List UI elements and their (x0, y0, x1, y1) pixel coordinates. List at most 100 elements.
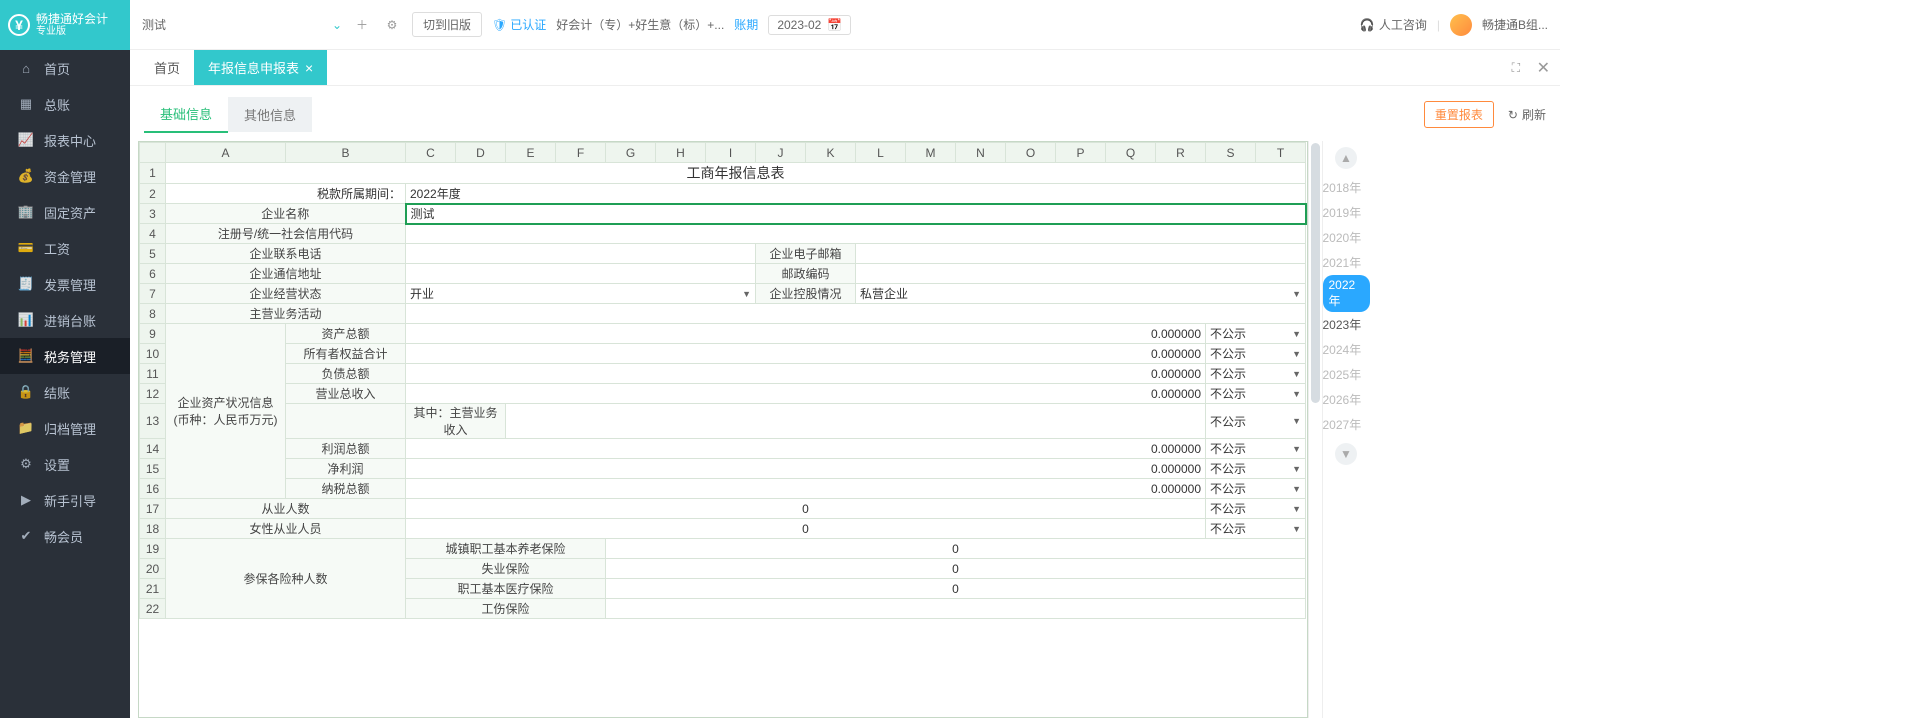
row-16[interactable]: 16 (140, 479, 166, 499)
row-17[interactable]: 17 (140, 499, 166, 519)
cell[interactable]: 0.000000 (406, 324, 1206, 344)
cell[interactable]: 0.000000 (406, 384, 1206, 404)
dropdown-cell[interactable]: 不公示▼ (1210, 500, 1301, 517)
col-H[interactable]: H (656, 143, 706, 163)
support-button[interactable]: 🎧 人工咨询 (1360, 16, 1427, 33)
company-name-cell[interactable]: 测试 (406, 204, 1306, 224)
cell[interactable]: 不公示▼ (1206, 479, 1306, 499)
col-K[interactable]: K (806, 143, 856, 163)
cell[interactable] (406, 304, 1306, 324)
year-2020年[interactable]: 2020年 (1323, 225, 1370, 250)
dropdown-cell[interactable]: 不公示▼ (1210, 460, 1301, 477)
dropdown-cell[interactable]: 不公示▼ (1210, 440, 1301, 457)
user-name[interactable]: 畅捷通B组... (1482, 16, 1548, 33)
cell[interactable]: 工商年报信息表 (166, 163, 1306, 184)
row-9[interactable]: 9 (140, 324, 166, 344)
col-P[interactable]: P (1056, 143, 1106, 163)
col-J[interactable]: J (756, 143, 806, 163)
row-10[interactable]: 10 (140, 344, 166, 364)
col-S[interactable]: S (1206, 143, 1256, 163)
cell[interactable]: 0 (606, 559, 1306, 579)
cell[interactable]: 0 (406, 519, 1206, 539)
row-15[interactable]: 15 (140, 459, 166, 479)
row-6[interactable]: 6 (140, 264, 166, 284)
cell[interactable]: 不公示▼ (1206, 364, 1306, 384)
gear-icon[interactable]: ⚙ (382, 15, 402, 35)
cell[interactable]: 企业联系电话 (166, 244, 406, 264)
cell[interactable]: 0.000000 (406, 439, 1206, 459)
spreadsheet[interactable]: ABCDEFGHIJKLMNOPQRST1工商年报信息表2税款所属期间：2022… (138, 141, 1308, 718)
dropdown-cell[interactable]: 不公示▼ (1210, 385, 1301, 402)
cell[interactable]: 不公示▼ (1206, 344, 1306, 364)
row-5[interactable]: 5 (140, 244, 166, 264)
dropdown-cell[interactable]: 私营企业▼ (860, 285, 1301, 302)
row-1[interactable]: 1 (140, 163, 166, 184)
cell[interactable]: 城镇职工基本养老保险 (406, 539, 606, 559)
cell[interactable]: 主营业务活动 (166, 304, 406, 324)
cell[interactable]: 工伤保险 (406, 599, 606, 619)
nav-item-tax[interactable]: 🧮税务管理 (0, 338, 130, 374)
year-2025年[interactable]: 2025年 (1323, 362, 1370, 387)
cell[interactable]: 税款所属期间： (166, 184, 406, 204)
nav-item-salary[interactable]: 💳工资 (0, 230, 130, 266)
col-B[interactable]: B (286, 143, 406, 163)
row-2[interactable]: 2 (140, 184, 166, 204)
row-20[interactable]: 20 (140, 559, 166, 579)
cell[interactable]: 企业通信地址 (166, 264, 406, 284)
nav-item-invoice[interactable]: 🧾发票管理 (0, 266, 130, 302)
nav-item-vip[interactable]: ✔畅会员 (0, 518, 130, 554)
year-down-icon[interactable]: ▼ (1335, 443, 1357, 465)
row-3[interactable]: 3 (140, 204, 166, 224)
refresh-button[interactable]: ↻ 刷新 (1508, 106, 1546, 123)
cell[interactable]: 从业人数 (166, 499, 406, 519)
nav-item-close[interactable]: 🔒结账 (0, 374, 130, 410)
cell[interactable] (406, 264, 756, 284)
dropdown-cell[interactable]: 不公示▼ (1210, 520, 1301, 537)
dropdown-cell[interactable]: 不公示▼ (1210, 413, 1301, 430)
year-2021年[interactable]: 2021年 (1323, 250, 1370, 275)
dropdown-cell[interactable]: 不公示▼ (1210, 365, 1301, 382)
cell[interactable]: 不公示▼ (1206, 519, 1306, 539)
col-L[interactable]: L (856, 143, 906, 163)
row-13[interactable]: 13 (140, 404, 166, 439)
cell[interactable]: 0.000000 (406, 459, 1206, 479)
year-2023年[interactable]: 2023年 (1323, 312, 1370, 337)
nav-item-fund[interactable]: 💰资金管理 (0, 158, 130, 194)
col-G[interactable]: G (606, 143, 656, 163)
cell[interactable] (606, 599, 1306, 619)
cell[interactable]: 女性从业人员 (166, 519, 406, 539)
row-4[interactable]: 4 (140, 224, 166, 244)
col-D[interactable]: D (456, 143, 506, 163)
corner-cell[interactable] (140, 143, 166, 163)
cell[interactable]: 职工基本医疗保险 (406, 579, 606, 599)
nav-item-guide[interactable]: ▶新手引导 (0, 482, 130, 518)
cell[interactable] (406, 244, 756, 264)
cell[interactable] (856, 264, 1306, 284)
plus-icon[interactable]: ＋ (352, 15, 372, 35)
cell[interactable]: 企业名称 (166, 204, 406, 224)
reset-button[interactable]: 重置报表 (1424, 101, 1494, 128)
tab-annual-report[interactable]: 年报信息申报表 × (194, 50, 327, 85)
nav-item-ledger[interactable]: ▦总账 (0, 86, 130, 122)
cell[interactable]: 2022年度 (406, 184, 1306, 204)
col-E[interactable]: E (506, 143, 556, 163)
nav-item-archive[interactable]: 📁归档管理 (0, 410, 130, 446)
cell[interactable] (856, 244, 1306, 264)
avatar[interactable] (1450, 14, 1472, 36)
dropdown-cell[interactable]: 不公示▼ (1210, 480, 1301, 497)
cell[interactable]: 邮政编码 (756, 264, 856, 284)
year-2022年[interactable]: 2022年 (1323, 275, 1370, 312)
row-14[interactable]: 14 (140, 439, 166, 459)
subtab-other[interactable]: 其他信息 (228, 97, 312, 132)
cell[interactable]: 开业▼ (406, 284, 756, 304)
cell[interactable]: 不公示▼ (1206, 499, 1306, 519)
row-18[interactable]: 18 (140, 519, 166, 539)
cell[interactable]: 其中：主营业务收入 (406, 404, 506, 439)
row-7[interactable]: 7 (140, 284, 166, 304)
cell[interactable]: 不公示▼ (1206, 404, 1306, 439)
cell[interactable]: 0.000000 (406, 364, 1206, 384)
row-21[interactable]: 21 (140, 579, 166, 599)
cell[interactable]: 私营企业▼ (856, 284, 1306, 304)
col-R[interactable]: R (1156, 143, 1206, 163)
cell[interactable]: 0 (606, 579, 1306, 599)
